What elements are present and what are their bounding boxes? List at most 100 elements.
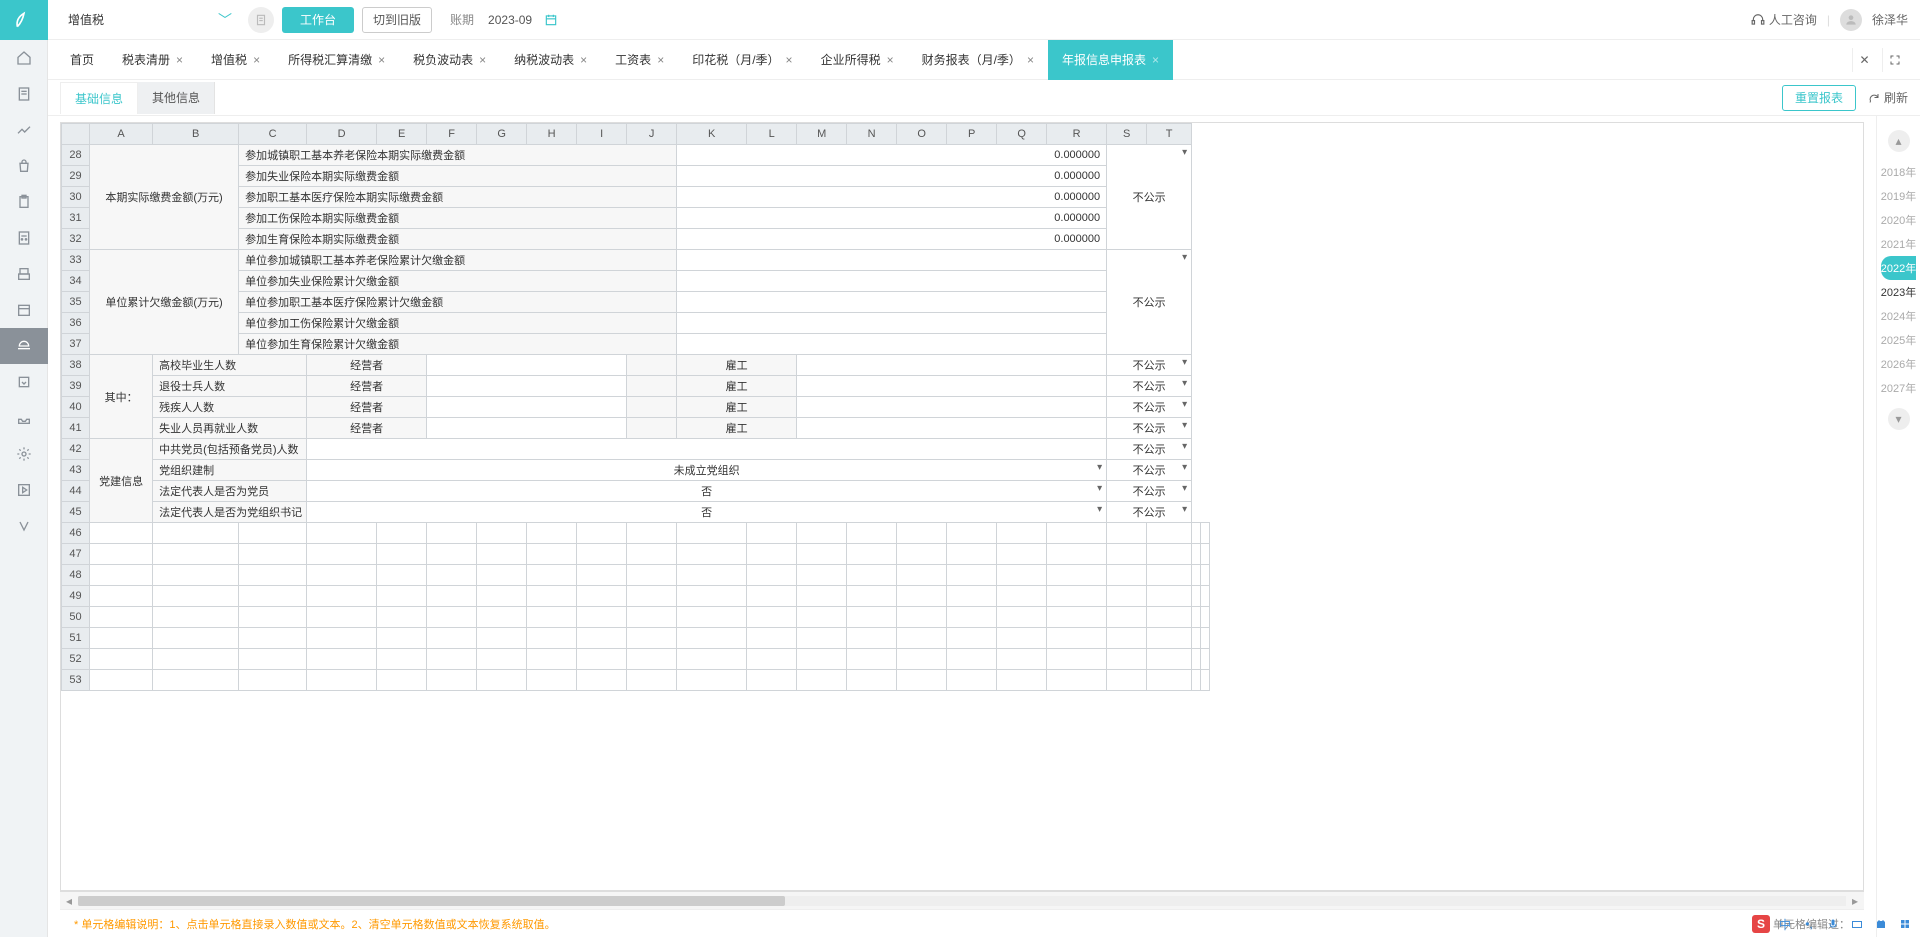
empty-cell[interactable] — [947, 649, 997, 670]
col-header[interactable]: E — [377, 124, 427, 145]
empty-cell[interactable] — [477, 523, 527, 544]
empty-cell[interactable] — [677, 607, 747, 628]
nav-bag-icon[interactable] — [0, 148, 48, 184]
empty-cell[interactable] — [1147, 586, 1192, 607]
empty-cell[interactable] — [747, 523, 797, 544]
empty-cell[interactable] — [527, 523, 577, 544]
tab-item[interactable]: 企业所得税× — [807, 40, 908, 80]
year-item[interactable]: 2023年 — [1881, 280, 1916, 304]
year-item[interactable]: 2027年 — [1881, 376, 1916, 400]
empty-cell[interactable] — [897, 649, 947, 670]
nav-date-icon[interactable] — [0, 292, 48, 328]
empty-cell[interactable] — [1147, 565, 1192, 586]
col-header[interactable]: I — [577, 124, 627, 145]
empty-cell[interactable] — [747, 670, 797, 691]
empty-cell[interactable] — [477, 565, 527, 586]
empty-cell[interactable] — [627, 628, 677, 649]
ime-keyboard-icon[interactable] — [1848, 915, 1866, 933]
empty-cell[interactable] — [1192, 544, 1201, 565]
empty-cell[interactable] — [527, 544, 577, 565]
empty-cell[interactable] — [307, 544, 377, 565]
year-up-icon[interactable]: ▴ — [1888, 130, 1910, 152]
tab-close-icon[interactable]: × — [1027, 53, 1034, 67]
empty-cell[interactable] — [747, 607, 797, 628]
empty-cell[interactable] — [239, 586, 307, 607]
col-header[interactable]: N — [847, 124, 897, 145]
input-cell[interactable] — [797, 355, 1107, 376]
cell[interactable]: 雇工 — [677, 376, 797, 397]
empty-cell[interactable] — [627, 586, 677, 607]
empty-cell[interactable] — [797, 649, 847, 670]
workspace-button[interactable]: 工作台 — [282, 7, 354, 33]
visibility-select[interactable]: 不公示 — [1107, 481, 1192, 502]
empty-cell[interactable] — [677, 628, 747, 649]
empty-cell[interactable] — [577, 544, 627, 565]
empty-cell[interactable] — [1047, 670, 1107, 691]
input-cell[interactable] — [427, 376, 627, 397]
empty-cell[interactable] — [307, 670, 377, 691]
value-cell[interactable] — [677, 334, 1107, 355]
empty-cell[interactable] — [847, 628, 897, 649]
empty-cell[interactable] — [747, 544, 797, 565]
visibility-select[interactable]: 不公示 — [1107, 250, 1192, 355]
empty-cell[interactable] — [427, 523, 477, 544]
empty-cell[interactable] — [377, 607, 427, 628]
visibility-select[interactable]: 不公示 — [1107, 355, 1192, 376]
empty-cell[interactable] — [1047, 628, 1107, 649]
empty-cell[interactable] — [947, 607, 997, 628]
empty-cell[interactable] — [577, 649, 627, 670]
row-header[interactable]: 52 — [62, 649, 90, 670]
row-header[interactable]: 39 — [62, 376, 90, 397]
empty-cell[interactable] — [427, 628, 477, 649]
empty-cell[interactable] — [527, 670, 577, 691]
year-item[interactable]: 2020年 — [1881, 208, 1916, 232]
cell[interactable]: 雇工 — [677, 397, 797, 418]
empty-cell[interactable] — [1107, 628, 1147, 649]
empty-cell[interactable] — [307, 628, 377, 649]
input-cell[interactable] — [427, 418, 627, 439]
empty-cell[interactable] — [527, 628, 577, 649]
row-header[interactable]: 51 — [62, 628, 90, 649]
visibility-select[interactable]: 不公示 — [1107, 460, 1192, 481]
empty-cell[interactable] — [1192, 628, 1201, 649]
tab-item[interactable]: 财务报表（月/季）× — [908, 40, 1048, 80]
col-header[interactable]: S — [1107, 124, 1147, 145]
empty-cell[interactable] — [239, 628, 307, 649]
tab-item[interactable]: 首页 — [56, 40, 108, 80]
sheet-scroll[interactable]: ABCDEFGHIJKLMNOPQRST28本期实际缴费金额(万元)参加城镇职工… — [60, 122, 1864, 891]
col-header[interactable]: A — [90, 124, 153, 145]
empty-cell[interactable] — [1047, 607, 1107, 628]
fullscreen-icon[interactable] — [1882, 48, 1906, 72]
select-cell[interactable]: 否 — [307, 481, 1107, 502]
empty-cell[interactable] — [747, 565, 797, 586]
select-cell[interactable]: 否 — [307, 502, 1107, 523]
empty-cell[interactable] — [577, 586, 627, 607]
empty-cell[interactable] — [377, 523, 427, 544]
nav-chart-icon[interactable] — [0, 112, 48, 148]
empty-cell[interactable] — [377, 586, 427, 607]
value-cell[interactable] — [677, 313, 1107, 334]
ime-lang-icon[interactable]: 中 — [1776, 915, 1794, 933]
tab-item[interactable]: 纳税波动表× — [500, 40, 601, 80]
empty-cell[interactable] — [797, 544, 847, 565]
col-header[interactable]: G — [477, 124, 527, 145]
consult-link[interactable]: 人工咨询 — [1751, 11, 1817, 28]
row-header[interactable]: 49 — [62, 586, 90, 607]
empty-cell[interactable] — [897, 544, 947, 565]
empty-cell[interactable] — [477, 586, 527, 607]
empty-cell[interactable] — [847, 586, 897, 607]
empty-cell[interactable] — [797, 586, 847, 607]
year-down-icon[interactable]: ▾ — [1888, 408, 1910, 430]
col-header[interactable]: M — [797, 124, 847, 145]
visibility-select[interactable]: 不公示 — [1107, 145, 1192, 250]
empty-cell[interactable] — [427, 544, 477, 565]
empty-cell[interactable] — [1201, 649, 1210, 670]
empty-cell[interactable] — [1192, 565, 1201, 586]
empty-cell[interactable] — [577, 523, 627, 544]
empty-cell[interactable] — [1147, 628, 1192, 649]
subtab-other[interactable]: 其他信息 — [138, 82, 215, 114]
col-header[interactable]: R — [1047, 124, 1107, 145]
empty-cell[interactable] — [797, 565, 847, 586]
calendar-icon[interactable] — [544, 13, 558, 27]
empty-cell[interactable] — [627, 670, 677, 691]
